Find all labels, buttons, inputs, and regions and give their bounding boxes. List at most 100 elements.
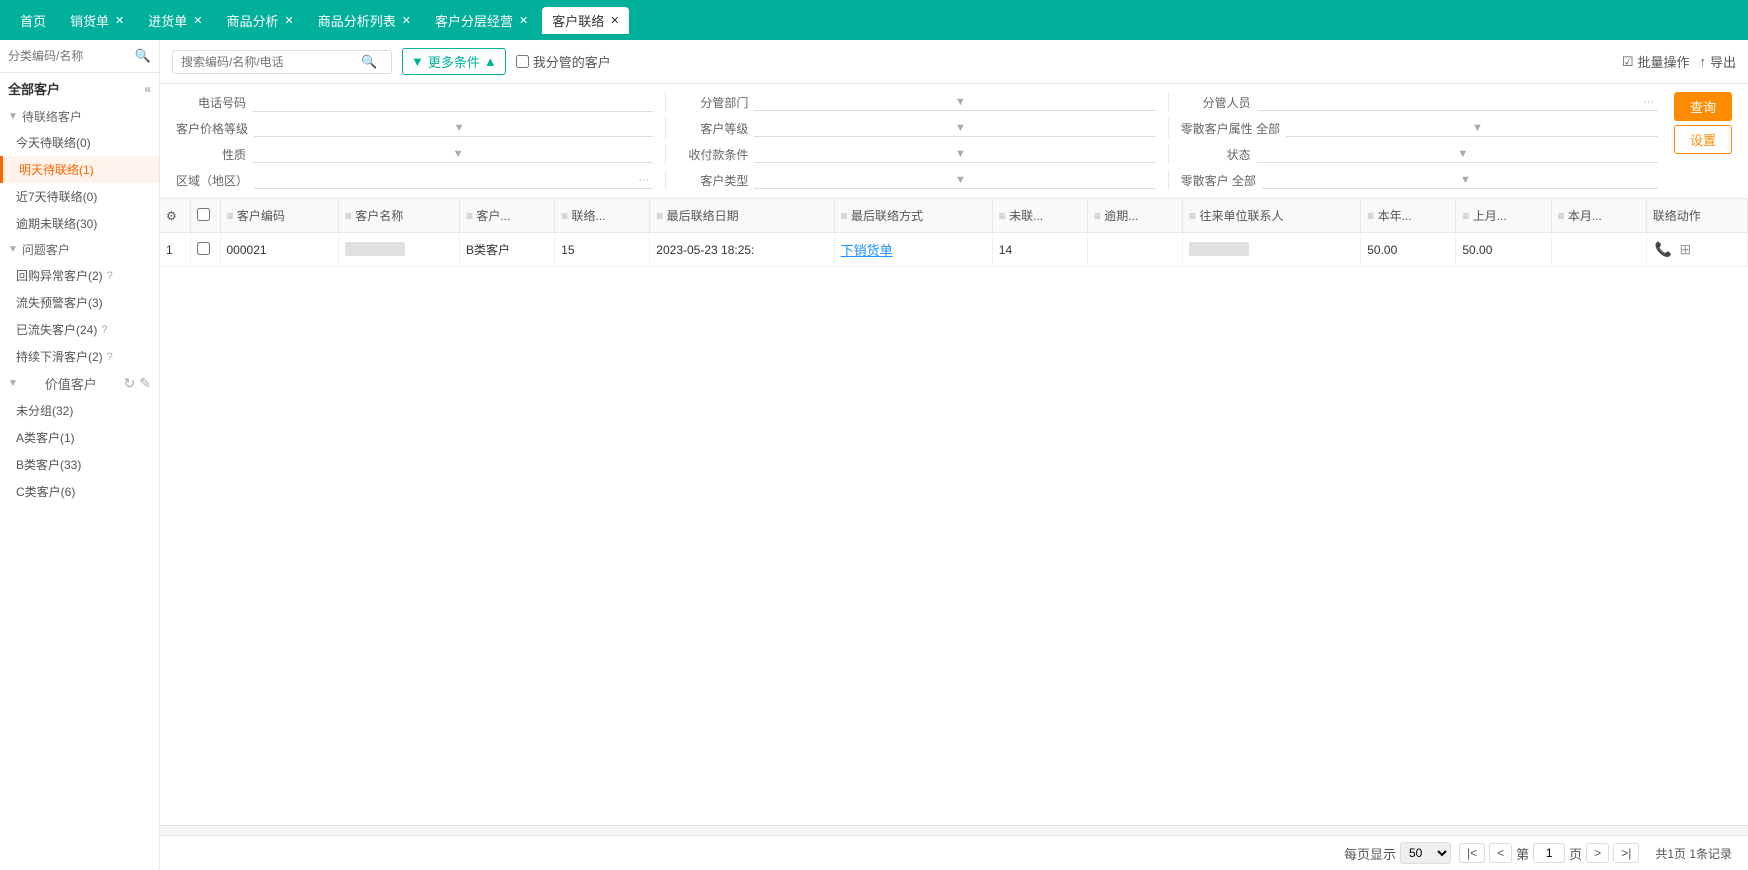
th-unit-contact[interactable]: 往来单位联系人: [1183, 199, 1361, 233]
grid-action-icon[interactable]: ⊞: [1679, 241, 1691, 257]
nav-home[interactable]: 首页: [10, 7, 56, 34]
sidebar-item-class-b[interactable]: B类客户(33): [0, 451, 159, 478]
payment-select[interactable]: ▼: [754, 146, 1155, 163]
th-this-month[interactable]: 本月...: [1551, 199, 1646, 233]
nav-customer-tier-close[interactable]: ✕: [519, 14, 528, 27]
help-icon-churned[interactable]: ?: [101, 324, 107, 336]
collapse-icon[interactable]: «: [144, 82, 151, 96]
sidebar-item-today[interactable]: 今天待联络(0): [0, 129, 159, 156]
th-overdue[interactable]: 逾期...: [1087, 199, 1182, 233]
select-all-checkbox[interactable]: [197, 208, 210, 221]
sidebar: 🔍 全部客户 « 待联络客户 今天待联络(0) 明天待联络(1) 近7天待联络(…: [0, 40, 160, 870]
th-last-contact-date[interactable]: 最后联络日期: [650, 199, 834, 233]
th-settings[interactable]: ⚙: [160, 199, 190, 233]
phone-action-icon[interactable]: 📞: [1655, 241, 1672, 257]
th-checkbox[interactable]: [190, 199, 220, 233]
help-icon-declining[interactable]: ?: [107, 351, 113, 363]
page-number-input[interactable]: [1533, 843, 1565, 863]
nav-sale-close[interactable]: ✕: [115, 14, 124, 27]
sidebar-item-churned[interactable]: 已流失客户(24) ?: [0, 316, 159, 343]
person-ellipsis[interactable]: ···: [1257, 94, 1658, 111]
th-contact-count[interactable]: 联络...: [555, 199, 650, 233]
nav-customer-contact[interactable]: 客户联络 ✕: [542, 7, 629, 34]
horizontal-scrollbar[interactable]: [160, 825, 1748, 835]
retail-customer-select[interactable]: ▼: [1262, 172, 1658, 189]
sidebar-item-class-c[interactable]: C类客户(6): [0, 478, 159, 505]
nav-product-analysis-close[interactable]: ✕: [285, 14, 294, 27]
top-nav: 首页 销货单 ✕ 进货单 ✕ 商品分析 ✕ 商品分析列表 ✕ 客户分层经营 ✕ …: [0, 0, 1748, 40]
region-ellipsis[interactable]: ···: [254, 172, 653, 189]
export-btn[interactable]: ↑ 导出: [1699, 52, 1736, 71]
sidebar-item-class-a[interactable]: A类客户(1): [0, 424, 159, 451]
filter-dept: 分管部门 ▼: [678, 94, 1155, 111]
my-customers-checkbox[interactable]: [516, 55, 529, 68]
help-icon-repurchase[interactable]: ?: [107, 270, 113, 282]
th-this-year[interactable]: 本年...: [1361, 199, 1456, 233]
search-submit-icon[interactable]: 🔍: [361, 54, 377, 70]
nav-product-analysis-list-close[interactable]: ✕: [402, 14, 411, 27]
right-actions: ☑ 批量操作 ↑ 导出: [1622, 52, 1736, 71]
table-row: 1 000021 B类客户 15 2023-05-23 18:25: 下销货单 …: [160, 233, 1748, 267]
my-customers-wrap: 我分管的客户: [516, 52, 611, 71]
th-last-month[interactable]: 上月...: [1456, 199, 1551, 233]
th-type[interactable]: 客户...: [459, 199, 554, 233]
price-level-select[interactable]: ▼: [254, 120, 653, 137]
phone-input[interactable]: [252, 93, 653, 112]
retail-attr-select[interactable]: ▼: [1286, 120, 1658, 137]
customer-type-select[interactable]: ▼: [754, 172, 1155, 189]
nav-customer-contact-close[interactable]: ✕: [610, 14, 619, 27]
filter-actions: 查询 设置: [1674, 92, 1732, 190]
value-edit-icon[interactable]: ✎: [139, 375, 151, 392]
th-uncontacted[interactable]: 未联...: [992, 199, 1087, 233]
sidebar-item-declining[interactable]: 持续下滑客户(2) ?: [0, 343, 159, 370]
last-contact-link[interactable]: 下销货单: [841, 243, 893, 258]
nav-purchase-close[interactable]: ✕: [193, 14, 202, 27]
first-page-btn[interactable]: |<: [1459, 843, 1485, 863]
sidebar-item-churn-warning[interactable]: 流失预警客户(3): [0, 289, 159, 316]
sidebar-search-icon[interactable]: 🔍: [135, 48, 151, 64]
dept-select[interactable]: ▼: [754, 94, 1155, 111]
sidebar-search-wrap: 🔍: [0, 40, 159, 73]
nav-purchase[interactable]: 进货单 ✕: [138, 7, 212, 34]
more-filter-btn[interactable]: ▼ 更多条件 ▲: [402, 48, 506, 75]
status-select[interactable]: ▼: [1257, 146, 1658, 163]
payment-chevron-icon: ▼: [955, 148, 1152, 160]
nav-customer-tier[interactable]: 客户分层经营 ✕: [425, 7, 538, 34]
filter-row-3: 性质 ▼ 收付款条件 ▼: [176, 144, 1658, 164]
sidebar-search-input[interactable]: [8, 49, 135, 63]
td-num: 1: [160, 233, 190, 267]
sidebar-item-overdue[interactable]: 逾期未联络(30): [0, 210, 159, 237]
th-code[interactable]: 客户编码: [220, 199, 338, 233]
sidebar-item-ungrouped[interactable]: 未分组(32): [0, 397, 159, 424]
sidebar-item-tomorrow[interactable]: 明天待联络(1): [0, 156, 159, 183]
row-checkbox[interactable]: [197, 242, 210, 255]
nature-select[interactable]: ▼: [252, 146, 653, 163]
th-name[interactable]: 客户名称: [338, 199, 459, 233]
nav-product-analysis[interactable]: 商品分析 ✕: [216, 7, 303, 34]
sidebar-item-week[interactable]: 近7天待联络(0): [0, 183, 159, 210]
value-refresh-icon[interactable]: ↻: [124, 375, 136, 392]
bulk-action-btn[interactable]: ☑ 批量操作: [1622, 52, 1690, 71]
next-page-btn[interactable]: >: [1586, 843, 1609, 863]
filter-payment: 收付款条件 ▼: [678, 146, 1155, 163]
nav-sale[interactable]: 销货单 ✕: [60, 7, 134, 34]
page-size-select[interactable]: 50 100 200: [1400, 842, 1451, 864]
td-code: 000021: [220, 233, 338, 267]
reset-button[interactable]: 设置: [1674, 125, 1732, 154]
td-this-month: [1551, 233, 1646, 267]
sidebar-item-repurchase-abnormal[interactable]: 回购异常客户(2) ?: [0, 262, 159, 289]
td-last-month: 50.00: [1456, 233, 1551, 267]
customer-level-select[interactable]: ▼: [754, 120, 1155, 137]
masked-name: [345, 242, 405, 256]
prev-page-btn[interactable]: <: [1489, 843, 1512, 863]
filter-phone: 电话号码: [176, 93, 653, 112]
th-action: 联络动作: [1646, 199, 1747, 233]
th-last-contact-method[interactable]: 最后联络方式: [834, 199, 992, 233]
search-input[interactable]: [181, 55, 361, 69]
table-area: ⚙ 客户编码 客户名称 客户... 联络... 最后联络日期 最后联络方式 未联…: [160, 199, 1748, 825]
td-this-year: 50.00: [1361, 233, 1456, 267]
query-button[interactable]: 查询: [1674, 92, 1732, 121]
export-icon: ↑: [1699, 54, 1706, 69]
nav-product-analysis-list[interactable]: 商品分析列表 ✕: [308, 7, 421, 34]
last-page-btn[interactable]: >|: [1613, 843, 1639, 863]
